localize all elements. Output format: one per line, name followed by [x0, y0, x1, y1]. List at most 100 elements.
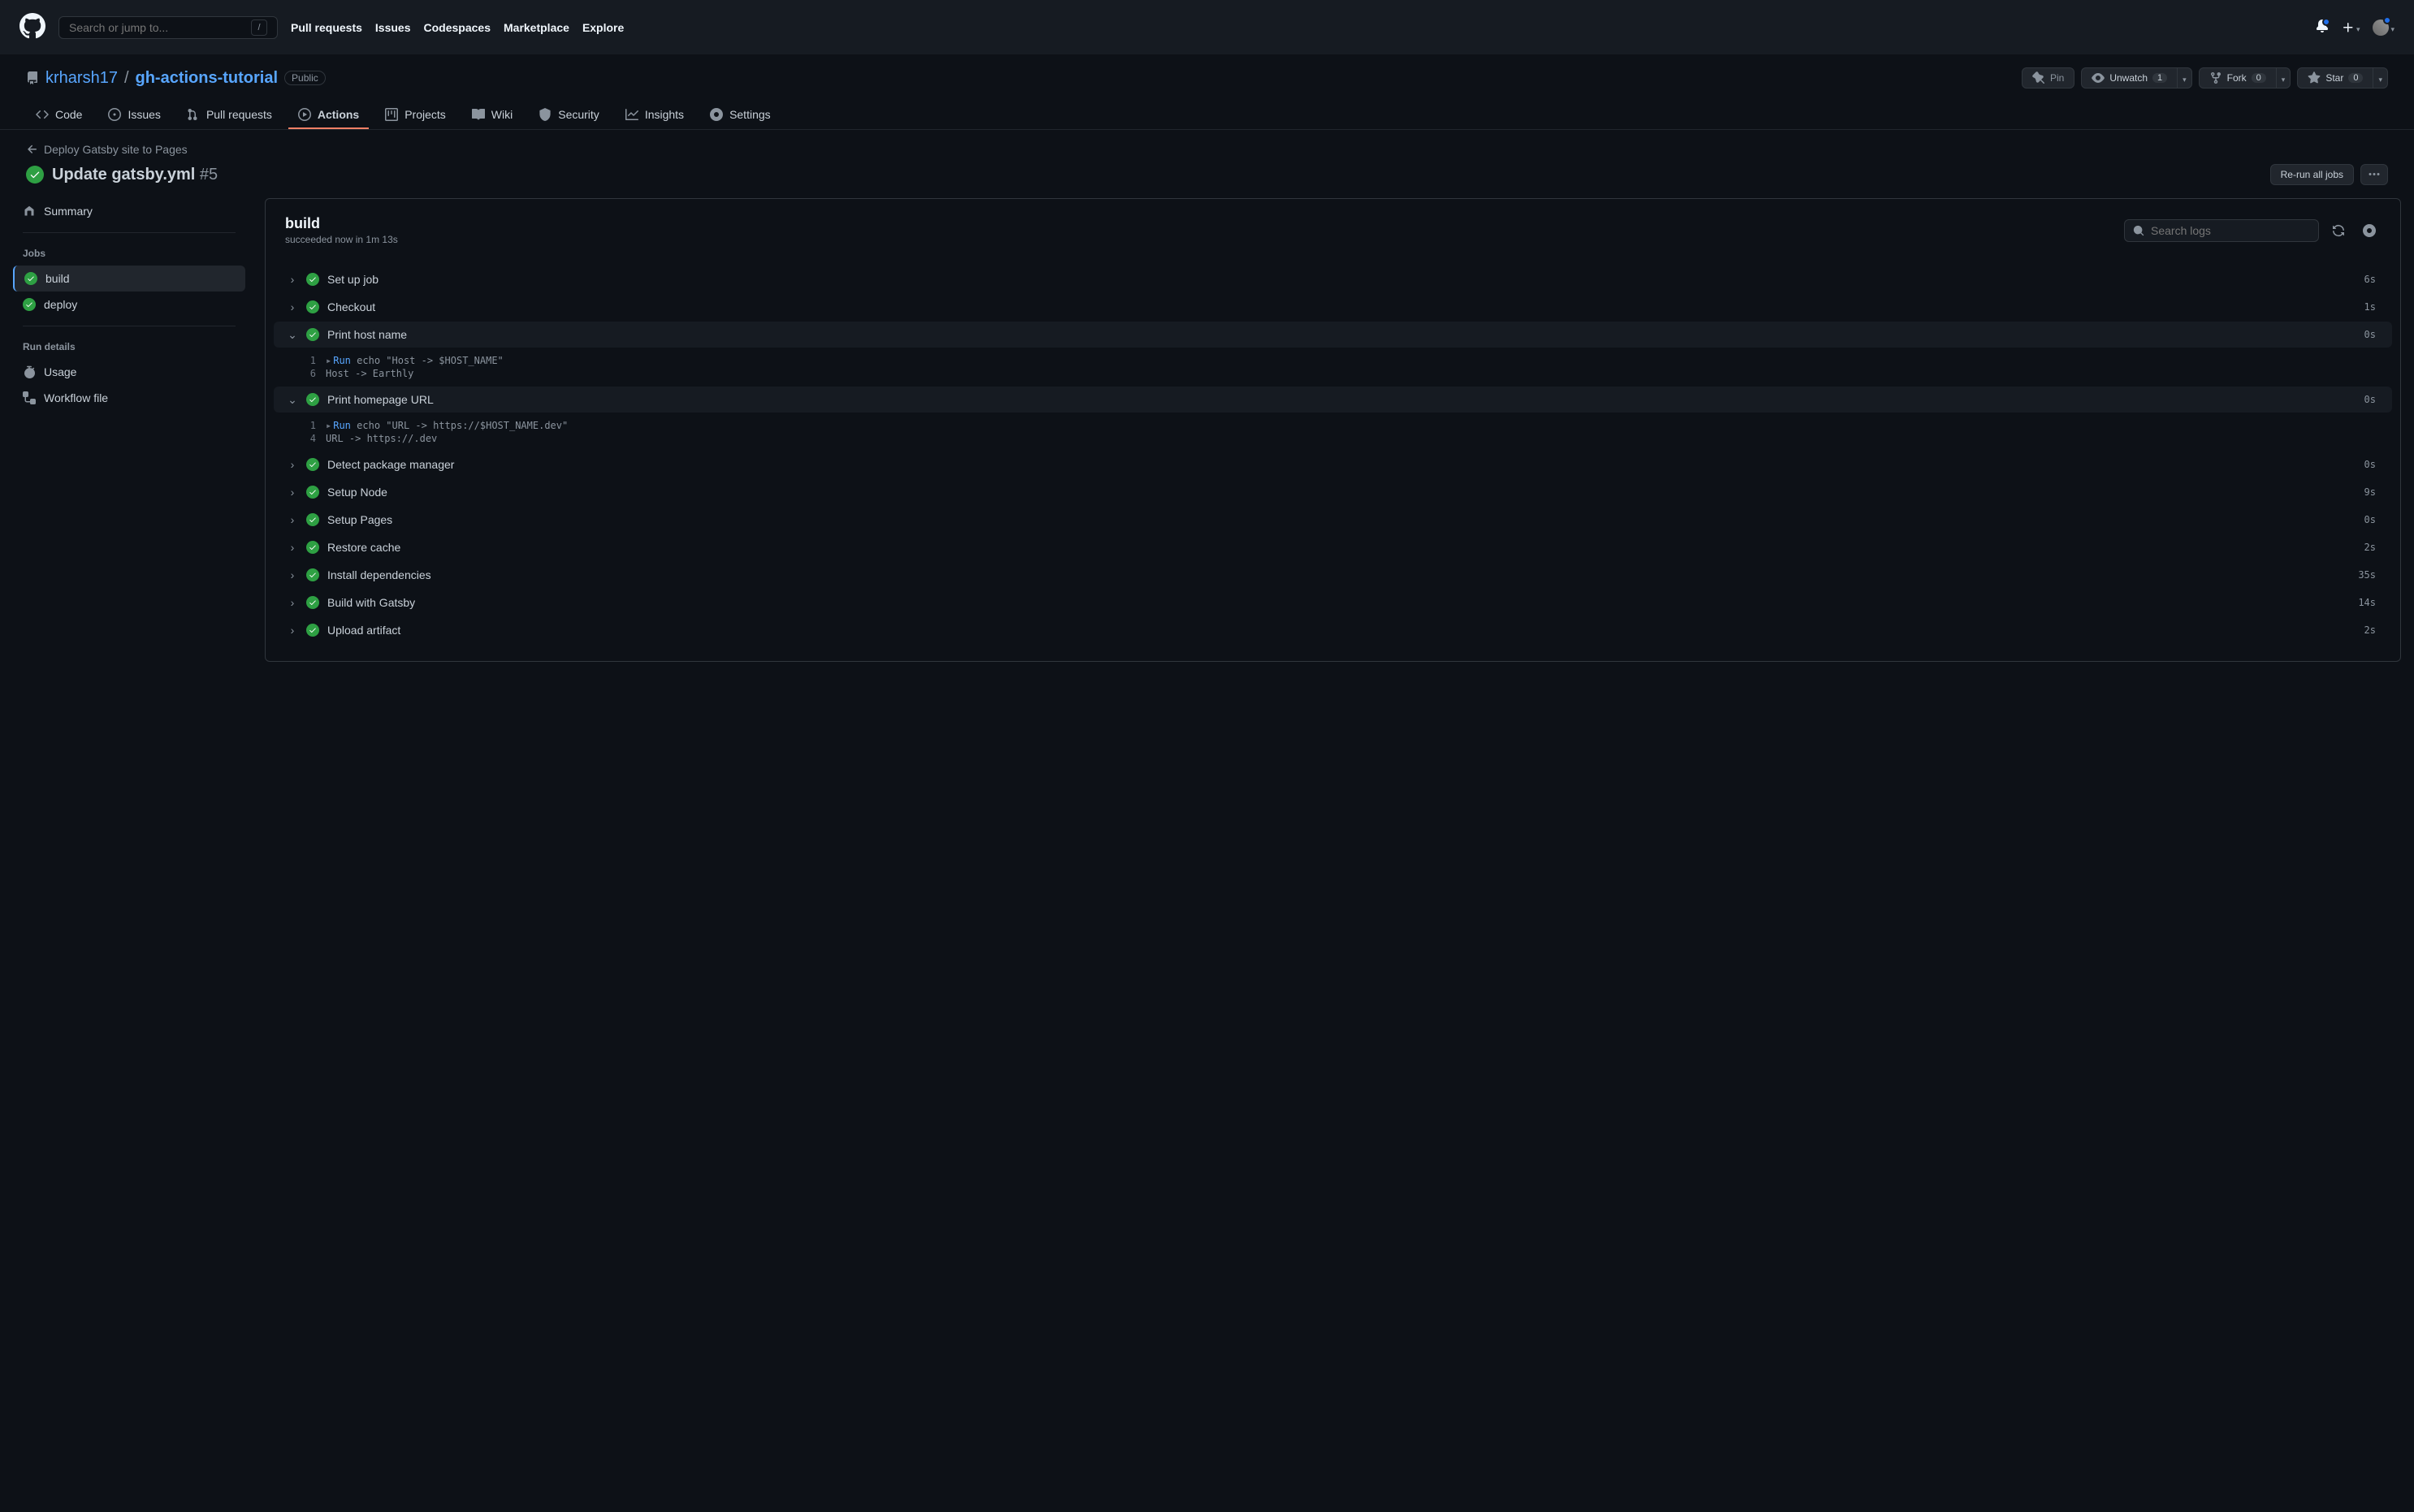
step-row[interactable]: ›Set up job6s — [274, 266, 2392, 292]
step-row[interactable]: ›Setup Pages0s — [274, 507, 2392, 533]
log-content: Host -> Earthly — [326, 368, 413, 379]
sidebar-job-build[interactable]: build — [13, 266, 245, 292]
run-title-text: Update gatsby.yml — [52, 166, 195, 184]
step-row[interactable]: ›Checkout1s — [274, 294, 2392, 320]
log-content: ▸Run echo "Host -> $HOST_NAME" — [326, 355, 504, 366]
sidebar-job-label: build — [45, 272, 70, 285]
tab-pull-requests[interactable]: Pull requests — [177, 102, 282, 129]
pin-label: Pin — [2050, 72, 2064, 84]
repo-name-link[interactable]: gh-actions-tutorial — [136, 69, 279, 88]
jobs-heading: Jobs — [13, 241, 245, 266]
tab-projects[interactable]: Projects — [375, 102, 456, 129]
user-menu[interactable] — [2373, 19, 2395, 36]
step-row[interactable]: ›Install dependencies35s — [274, 562, 2392, 588]
unwatch-button[interactable]: Unwatch 1 — [2081, 67, 2178, 89]
tab-insights-label: Insights — [645, 108, 684, 121]
step-row[interactable]: ›Restore cache2s — [274, 534, 2392, 560]
sidebar-job-deploy[interactable]: deploy — [13, 292, 245, 318]
step-row[interactable]: ⌄Print homepage URL0s — [274, 387, 2392, 413]
line-number: 6 — [296, 368, 316, 379]
repo-tabs: Code Issues Pull requests Actions Projec… — [0, 102, 2414, 130]
fork-dropdown[interactable] — [2277, 67, 2291, 89]
line-number: 1 — [296, 420, 316, 431]
back-link-label: Deploy Gatsby site to Pages — [44, 143, 188, 156]
step-name: Detect package manager — [327, 458, 2356, 471]
step-row[interactable]: ⌄Print host name0s — [274, 322, 2392, 348]
step-duration: 2s — [2364, 542, 2376, 553]
create-new-dropdown[interactable] — [2342, 21, 2360, 34]
global-search[interactable]: / — [58, 16, 278, 39]
nav-explore[interactable]: Explore — [582, 21, 624, 34]
step-duration: 0s — [2364, 459, 2376, 470]
chevron-down-icon — [2183, 71, 2187, 84]
log-settings-button[interactable] — [2358, 219, 2381, 242]
step-row[interactable]: ›Build with Gatsby14s — [274, 590, 2392, 616]
step-duration: 0s — [2364, 329, 2376, 340]
log-block: 1▸Run echo "URL -> https://$HOST_NAME.de… — [269, 414, 2397, 450]
tab-insights[interactable]: Insights — [616, 102, 694, 129]
tab-security-label: Security — [558, 108, 599, 121]
step-duration: 6s — [2364, 274, 2376, 285]
visibility-badge: Public — [284, 71, 326, 85]
step-status-icon — [306, 568, 319, 581]
job-panel: build succeeded now in 1m 13s ›Set up jo… — [265, 198, 2401, 662]
step-row[interactable]: ›Upload artifact2s — [274, 617, 2392, 643]
log-search-input[interactable] — [2151, 224, 2310, 237]
chevron-icon: › — [287, 486, 298, 498]
chevron-down-icon — [2356, 21, 2360, 34]
stopwatch-icon — [23, 365, 36, 378]
nav-pull-requests[interactable]: Pull requests — [291, 21, 362, 34]
step-duration: 1s — [2364, 301, 2376, 313]
tab-code-label: Code — [55, 108, 82, 121]
repo-actions: Pin Unwatch 1 Fork 0 — [2022, 67, 2388, 89]
sidebar-workflow-file[interactable]: Workflow file — [13, 385, 245, 411]
panel-header: build succeeded now in 1m 13s — [266, 199, 2400, 257]
refresh-button[interactable] — [2327, 219, 2350, 242]
sidebar-summary-label: Summary — [44, 205, 93, 218]
back-link[interactable]: Deploy Gatsby site to Pages — [26, 143, 2388, 156]
github-logo-icon[interactable] — [19, 13, 45, 41]
star-dropdown[interactable] — [2373, 67, 2388, 89]
rerun-button[interactable]: Re-run all jobs — [2270, 164, 2354, 185]
sidebar-summary[interactable]: Summary — [13, 198, 245, 224]
repo-owner-link[interactable]: krharsh17 — [45, 69, 118, 88]
chevron-down-icon — [2378, 71, 2382, 84]
tab-security[interactable]: Security — [529, 102, 609, 129]
panel-title-wrap: build succeeded now in 1m 13s — [285, 215, 398, 245]
step-name: Checkout — [327, 300, 2356, 313]
nav-issues[interactable]: Issues — [375, 21, 411, 34]
step-duration: 0s — [2364, 394, 2376, 405]
watch-dropdown[interactable] — [2178, 67, 2192, 89]
arrow-left-icon — [26, 143, 39, 156]
check-icon — [29, 169, 41, 180]
tab-wiki[interactable]: Wiki — [462, 102, 522, 129]
tab-actions[interactable]: Actions — [288, 102, 369, 129]
star-button[interactable]: Star 0 — [2297, 67, 2373, 89]
check-icon — [27, 274, 35, 283]
pin-icon — [2032, 71, 2045, 84]
tab-code[interactable]: Code — [26, 102, 92, 129]
tab-issues[interactable]: Issues — [98, 102, 170, 129]
more-actions-button[interactable] — [2360, 164, 2388, 185]
nav-codespaces[interactable]: Codespaces — [424, 21, 491, 34]
pin-button[interactable]: Pin — [2022, 67, 2074, 89]
home-icon — [23, 205, 36, 218]
step-row[interactable]: ›Setup Node9s — [274, 479, 2392, 505]
log-block: 1▸Run echo "Host -> $HOST_NAME"6Host -> … — [269, 349, 2397, 385]
chevron-icon: › — [287, 514, 298, 525]
log-search[interactable] — [2124, 219, 2319, 242]
nav-marketplace[interactable]: Marketplace — [504, 21, 569, 34]
fork-button[interactable]: Fork 0 — [2199, 67, 2277, 89]
tab-settings[interactable]: Settings — [700, 102, 781, 129]
global-search-input[interactable] — [69, 21, 251, 34]
sidebar-usage[interactable]: Usage — [13, 359, 245, 385]
step-duration: 0s — [2364, 514, 2376, 525]
sync-icon — [2332, 224, 2345, 237]
chevron-down-icon — [2390, 21, 2395, 34]
star-count: 0 — [2348, 73, 2363, 83]
notifications-icon[interactable] — [2316, 19, 2329, 35]
repo-header: krharsh17 / gh-actions-tutorial Public P… — [0, 54, 2414, 89]
step-row[interactable]: ›Detect package manager0s — [274, 451, 2392, 477]
main-layout: Summary Jobs build deploy Run details Us… — [0, 198, 2414, 694]
panel-subtitle: succeeded now in 1m 13s — [285, 234, 398, 245]
